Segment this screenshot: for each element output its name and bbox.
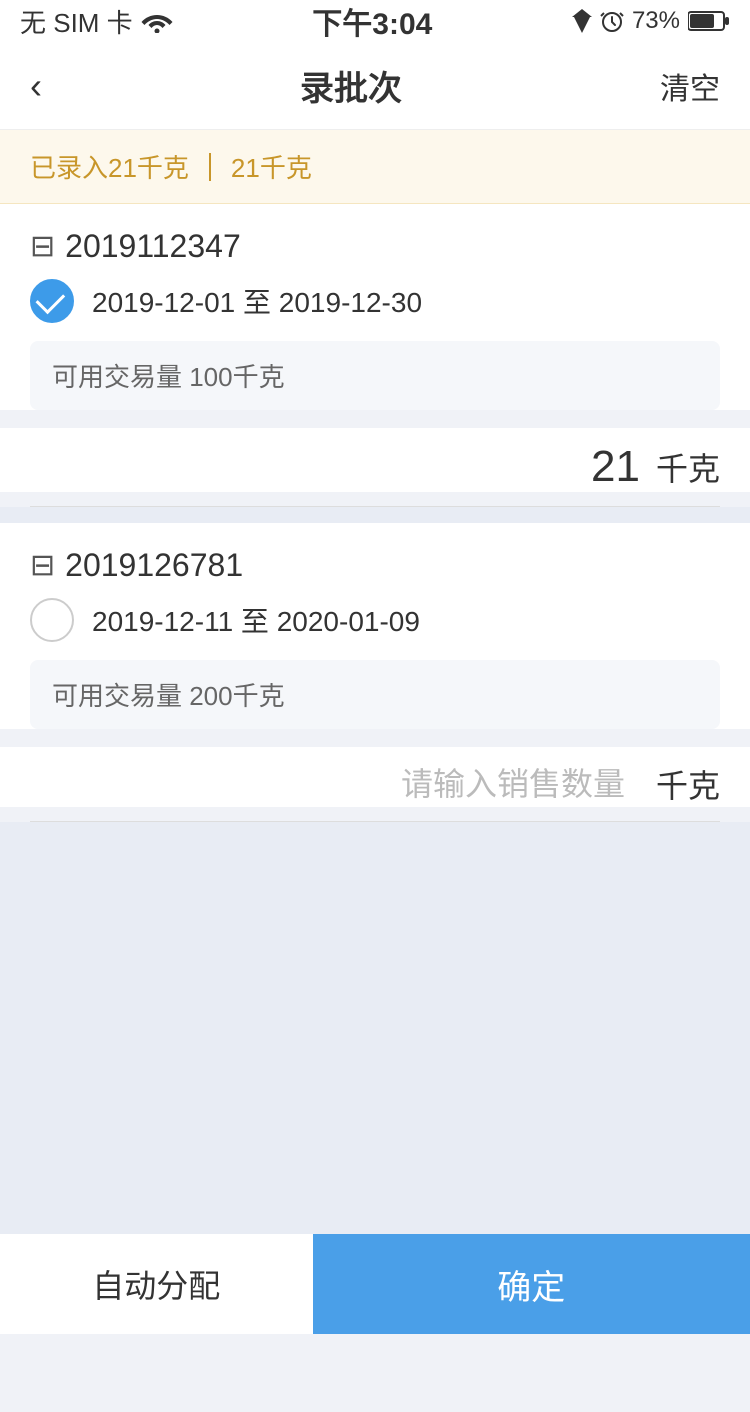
batch-2-available-qty: 可用交易量 200千克 xyxy=(30,660,720,729)
batch-1-available-qty: 可用交易量 100千克 xyxy=(30,341,720,410)
batch-1-date-row[interactable]: 2019-12-01 至 2019-12-30 xyxy=(30,279,720,323)
batch-1-amount-row: 21 千克 xyxy=(0,428,750,492)
clear-button[interactable]: 清空 xyxy=(660,64,720,108)
batch-2-radio[interactable] xyxy=(30,598,74,642)
recorded-label: 已录入21千克 xyxy=(30,148,189,185)
back-button[interactable]: ‹ xyxy=(30,65,42,107)
location-icon xyxy=(572,9,592,33)
batch-1-id-row: ⊟ 2019112347 xyxy=(30,228,720,265)
no-sim-text: 无 SIM 卡 xyxy=(20,3,133,40)
batch-1-radio[interactable] xyxy=(30,279,74,323)
batch-1-date: 2019-12-01 至 2019-12-30 xyxy=(92,281,422,321)
batch-2-id: 2019126781 xyxy=(65,547,243,584)
status-bar: 无 SIM 卡 下午3:04 73% xyxy=(0,0,750,42)
batch-2-date: 2019-12-11 至 2020-01-09 xyxy=(92,600,420,640)
batch-2-date-row[interactable]: 2019-12-11 至 2020-01-09 xyxy=(30,598,720,642)
batch-1-amount-unit: 千克 xyxy=(656,444,720,490)
status-time: 下午3:04 xyxy=(312,0,432,43)
batch-2-id-row: ⊟ 2019126781 xyxy=(30,547,720,584)
page-title: 录批次 xyxy=(300,61,402,110)
batch-1-amount-value: 21 xyxy=(591,442,640,492)
battery-icon xyxy=(688,10,730,32)
batch-card-1: ⊟ 2019112347 2019-12-01 至 2019-12-30 可用交… xyxy=(0,204,750,410)
batch-1-id-icon: ⊟ xyxy=(30,229,55,264)
info-divider xyxy=(209,153,211,181)
batch-2-input-row: 千克 xyxy=(0,747,750,807)
wifi-icon xyxy=(141,9,173,33)
info-banner: 已录入21千克 21千克 xyxy=(0,130,750,204)
batch-1-id: 2019112347 xyxy=(65,228,241,265)
confirm-button[interactable]: 确定 xyxy=(313,1234,750,1334)
status-right: 73% xyxy=(572,7,730,35)
batch-2-input-unit: 千克 xyxy=(656,761,720,807)
recorded-value: 21千克 xyxy=(231,148,312,185)
auto-distribute-button[interactable]: 自动分配 xyxy=(0,1234,313,1334)
batch-2-id-icon: ⊟ xyxy=(30,548,55,583)
alarm-icon xyxy=(600,9,624,33)
batch-2-qty-input[interactable] xyxy=(320,766,640,803)
footer: 自动分配 确定 xyxy=(0,1234,750,1334)
battery-text: 73% xyxy=(632,7,680,35)
batch-card-2: ⊟ 2019126781 2019-12-11 至 2020-01-09 可用交… xyxy=(0,523,750,729)
section-separator-1 xyxy=(0,507,750,523)
status-left: 无 SIM 卡 xyxy=(20,3,173,40)
nav-bar: ‹ 录批次 清空 xyxy=(0,42,750,130)
